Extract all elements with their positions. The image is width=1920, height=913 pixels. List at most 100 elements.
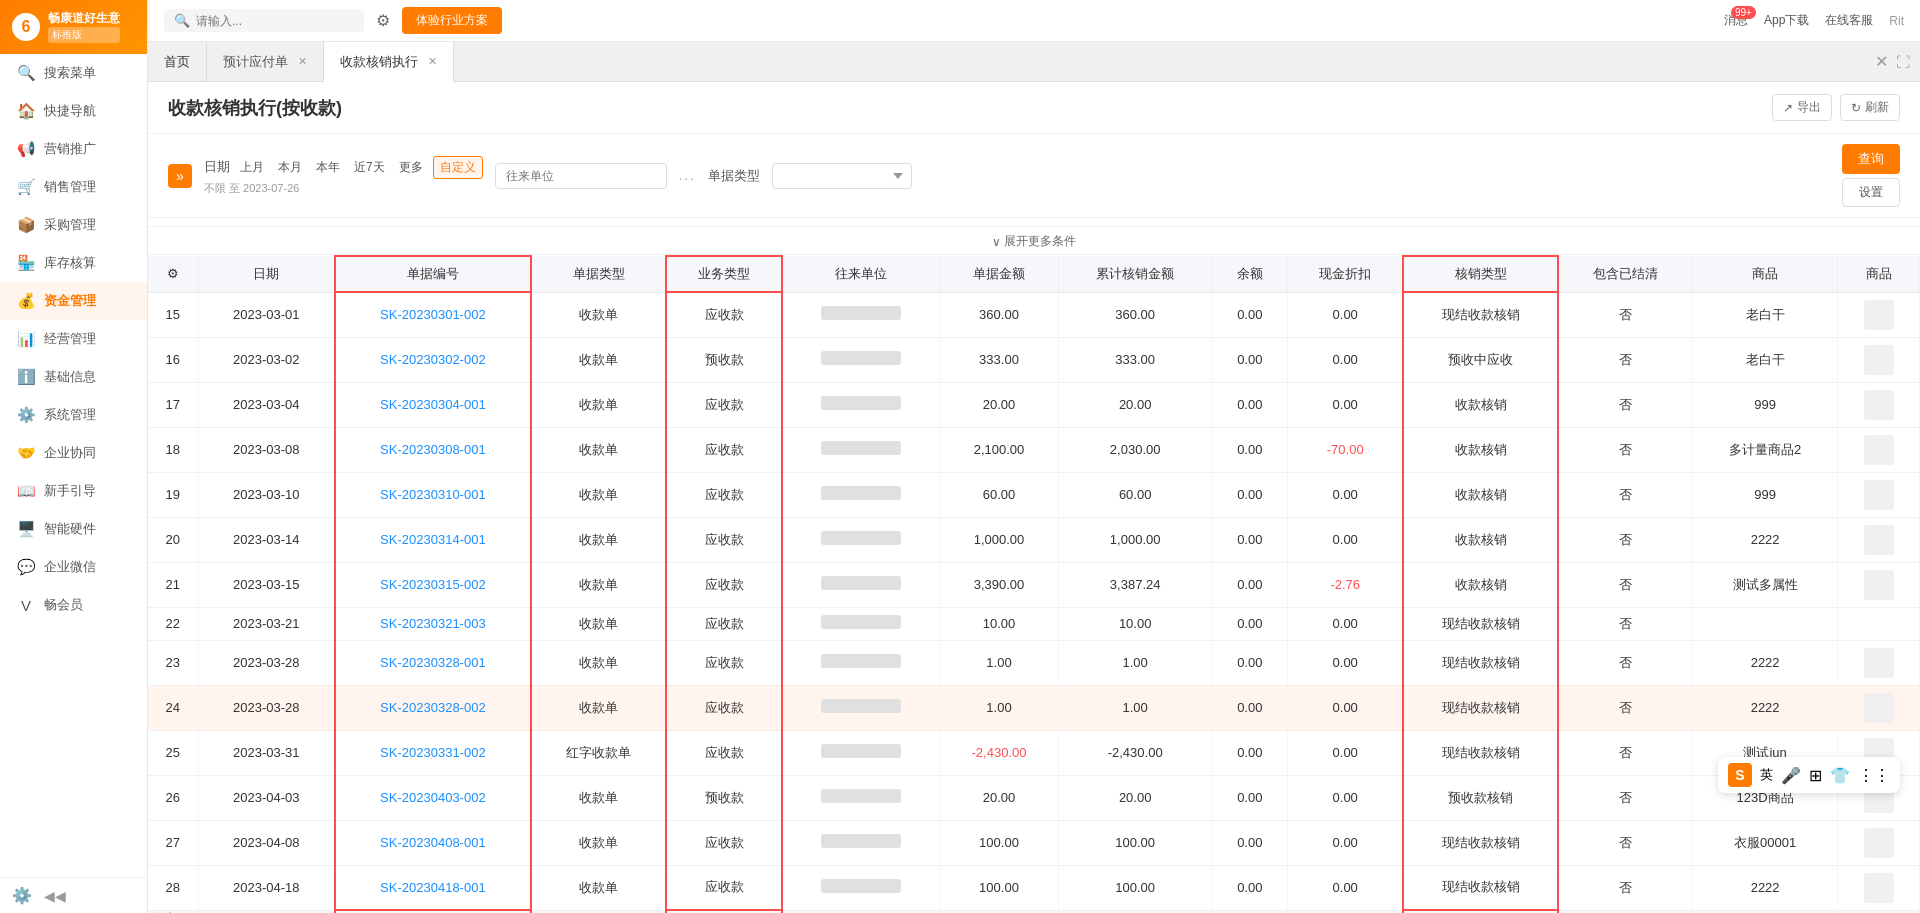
sidebar-item-hardware[interactable]: 🖥️ 智能硬件: [0, 510, 147, 548]
bill-no-link[interactable]: SK-20230321-003: [380, 616, 486, 631]
date-more[interactable]: 更多: [395, 157, 427, 178]
bill-no-link[interactable]: SK-20230331-002: [380, 745, 486, 760]
sidebar-item-finance[interactable]: 💰 资金管理: [0, 282, 147, 320]
bill-no-link[interactable]: SK-20230418-001: [380, 880, 486, 895]
sidebar-item-guide[interactable]: 📖 新手引导: [0, 472, 147, 510]
col-bill-no[interactable]: 单据编号: [335, 256, 531, 292]
sidebar-item-purchase[interactable]: 📦 采购管理: [0, 206, 147, 244]
app-download-link[interactable]: App下载: [1764, 12, 1809, 29]
bill-no-link[interactable]: SK-20230301-002: [380, 307, 486, 322]
collapse-icon[interactable]: ◀◀: [44, 888, 66, 904]
cell-biz-type: 应收款: [666, 292, 782, 337]
bill-no-link[interactable]: SK-20230328-001: [380, 655, 486, 670]
s-badge-shirt[interactable]: 👕: [1830, 766, 1850, 785]
col-verify-type[interactable]: 核销类型: [1403, 256, 1558, 292]
col-date[interactable]: 日期: [198, 256, 335, 292]
bill-no-link[interactable]: SK-20230310-001: [380, 487, 486, 502]
cell-cash-discount: 0.00: [1288, 292, 1403, 337]
col-verified-amount[interactable]: 累计核销金额: [1059, 256, 1212, 292]
solution-button[interactable]: 体验行业方案: [402, 7, 502, 34]
cell-no: 15: [148, 292, 198, 337]
sidebar-item-wechat[interactable]: 💬 企业微信: [0, 548, 147, 586]
tab-collection-verify[interactable]: 收款核销执行 ✕: [324, 42, 454, 82]
col-gear[interactable]: ⚙: [148, 256, 198, 292]
date-this-month[interactable]: 本月: [274, 157, 306, 178]
col-amount[interactable]: 单据金额: [939, 256, 1058, 292]
cell-no: 21: [148, 562, 198, 607]
sidebar-item-cooperation[interactable]: 🤝 企业协同: [0, 434, 147, 472]
table-row: 15 2023-03-01 SK-20230301-002 收款单 应收款 36…: [148, 292, 1920, 337]
tab-pending-payment[interactable]: 预计应付单 ✕: [207, 42, 324, 82]
refresh-button[interactable]: ↻ 刷新: [1840, 94, 1900, 121]
col-goods[interactable]: 商品: [1693, 256, 1838, 292]
settings-icon[interactable]: ⚙️: [12, 886, 32, 905]
cell-partner: [782, 775, 939, 820]
online-service-link[interactable]: 在线客服: [1825, 12, 1873, 29]
bill-type-select[interactable]: [772, 163, 912, 189]
cell-goods-img: [1838, 865, 1920, 910]
bill-no-link[interactable]: SK-20230328-002: [380, 700, 486, 715]
sidebar-item-system[interactable]: ⚙️ 系统管理: [0, 396, 147, 434]
sidebar-item-basic-info[interactable]: ℹ️ 基础信息: [0, 358, 147, 396]
tab-collection-verify-close[interactable]: ✕: [428, 55, 437, 68]
sidebar-item-sales[interactable]: 🛒 销售管理: [0, 168, 147, 206]
expand-conditions[interactable]: ∨ 展开更多条件: [148, 226, 1920, 250]
close-all-icon[interactable]: ✕: [1875, 52, 1888, 71]
bill-no-link[interactable]: SK-20230314-001: [380, 532, 486, 547]
cell-bill-type: 收款单: [531, 865, 666, 910]
bill-no-link[interactable]: SK-20230302-002: [380, 352, 486, 367]
cell-amount: 2,100.00: [939, 427, 1058, 472]
col-include-cleared[interactable]: 包含已结清: [1558, 256, 1693, 292]
date-this-year[interactable]: 本年: [312, 157, 344, 178]
col-goods-img[interactable]: 商品: [1838, 256, 1920, 292]
cell-biz-type: 预收款: [666, 775, 782, 820]
gear-icon[interactable]: ⚙: [376, 11, 390, 30]
notification-button[interactable]: 消息 99+: [1724, 12, 1748, 29]
date-7days[interactable]: 近7天: [350, 157, 389, 178]
col-partner[interactable]: 往来单位: [782, 256, 939, 292]
cell-date: 2023-03-10: [198, 472, 335, 517]
query-button[interactable]: 查询: [1842, 144, 1900, 174]
col-cash-discount[interactable]: 现金折扣: [1288, 256, 1403, 292]
tab-collection-verify-label: 收款核销执行: [340, 53, 418, 71]
bill-no-link[interactable]: SK-20230304-001: [380, 397, 486, 412]
cell-verified-amount: 100.00: [1059, 865, 1212, 910]
partner-input[interactable]: [495, 163, 667, 189]
s-badge-mic[interactable]: 🎤: [1781, 766, 1801, 785]
maximize-icon[interactable]: ⛶: [1896, 54, 1910, 70]
more-options[interactable]: ...: [679, 168, 696, 183]
s-badge-grid[interactable]: ⊞: [1809, 766, 1822, 785]
col-bill-type[interactable]: 单据类型: [531, 256, 666, 292]
search-input[interactable]: [196, 14, 316, 28]
s-badge-apps[interactable]: ⋮⋮: [1858, 766, 1890, 785]
bill-no-link[interactable]: SK-20230408-001: [380, 835, 486, 850]
filter-toggle-button[interactable]: »: [168, 164, 192, 188]
cell-verify-type: 现结收款核销: [1403, 607, 1558, 640]
tab-pending-payment-close[interactable]: ✕: [298, 55, 307, 68]
page-title: 收款核销执行(按收款): [168, 96, 342, 120]
sidebar-item-inventory[interactable]: 🏪 库存核算: [0, 244, 147, 282]
cell-biz-type: 应收款: [666, 607, 782, 640]
date-custom[interactable]: 自定义: [433, 156, 483, 179]
cell-bill-type: 收款单: [531, 607, 666, 640]
bill-no-link[interactable]: SK-20230308-001: [380, 442, 486, 457]
search-box[interactable]: 🔍: [164, 9, 364, 32]
sidebar-item-member[interactable]: V 畅会员: [0, 586, 147, 624]
bill-no-link[interactable]: SK-20230403-002: [380, 790, 486, 805]
cell-no: 26: [148, 775, 198, 820]
sidebar-item-search[interactable]: 🔍 搜索菜单: [0, 54, 147, 92]
bill-no-link[interactable]: SK-20230315-002: [380, 577, 486, 592]
col-balance[interactable]: 余额: [1212, 256, 1288, 292]
date-last-month[interactable]: 上月: [236, 157, 268, 178]
sidebar-item-marketing[interactable]: 📢 营销推广: [0, 130, 147, 168]
cell-date: 2023-03-31: [198, 730, 335, 775]
sidebar-item-operations[interactable]: 📊 经营管理: [0, 320, 147, 358]
cell-bill-type: 收款单: [531, 775, 666, 820]
filter-settings-button[interactable]: 设置: [1842, 178, 1900, 207]
col-biz-type[interactable]: 业务类型: [666, 256, 782, 292]
tab-home[interactable]: 首页: [148, 42, 207, 82]
export-button[interactable]: ↗ 导出: [1772, 94, 1832, 121]
sidebar-item-quick-nav[interactable]: 🏠 快捷导航: [0, 92, 147, 130]
cell-partner: [782, 865, 939, 910]
cell-include-cleared: 否: [1558, 292, 1693, 337]
